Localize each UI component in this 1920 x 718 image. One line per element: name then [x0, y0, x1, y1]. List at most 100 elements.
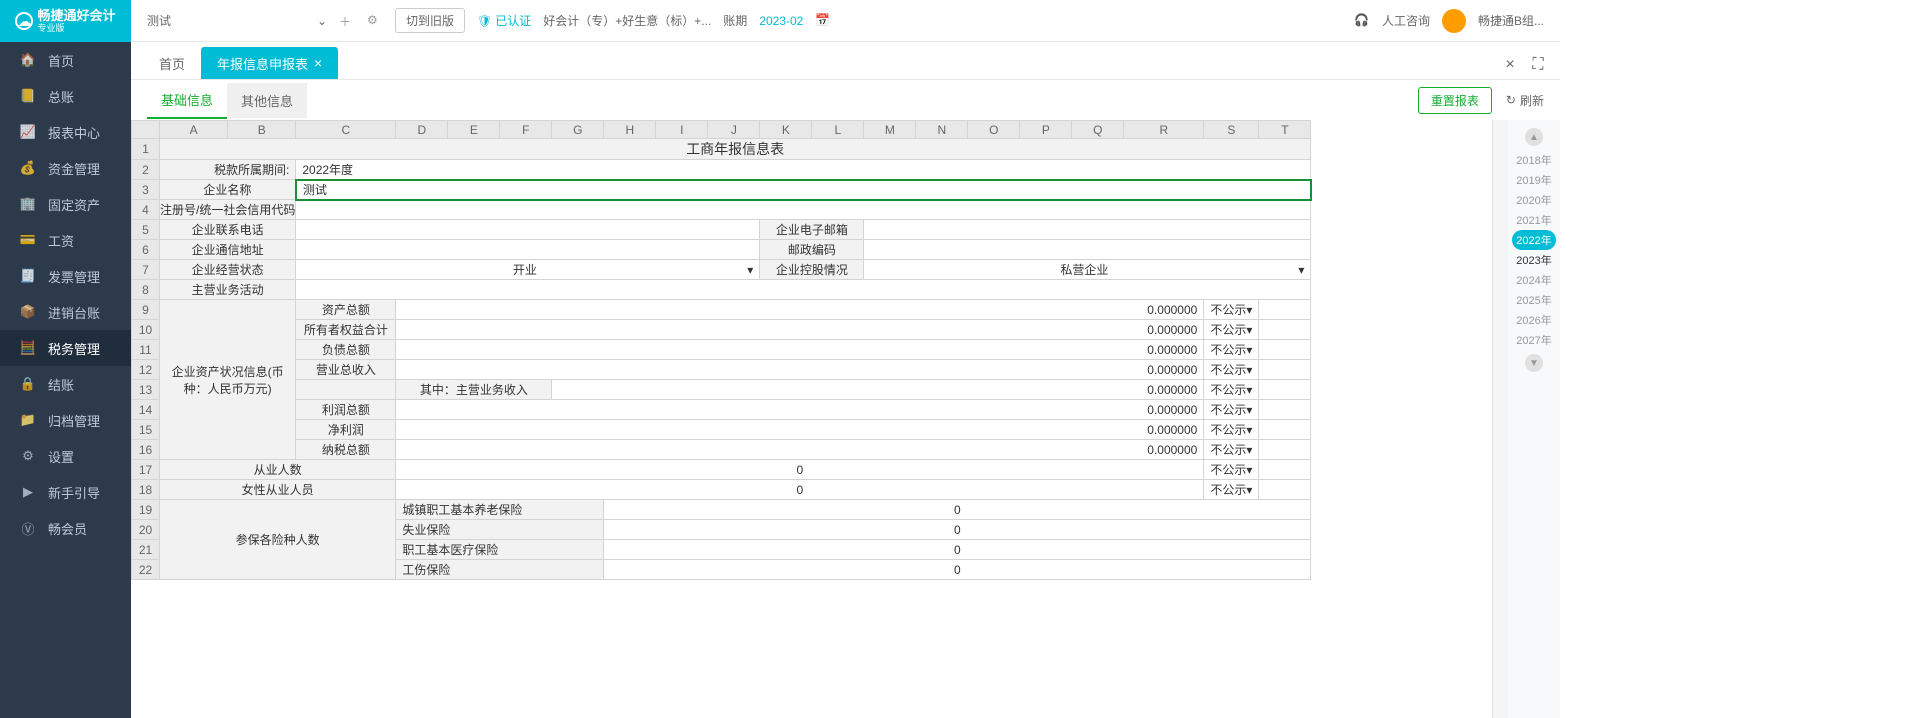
value-cell[interactable]: 0.000000 — [396, 340, 1204, 360]
sidebar-item-archive[interactable]: 📁归档管理 — [0, 402, 131, 438]
value-cell[interactable]: 0.000000 — [396, 400, 1204, 420]
sidebar-item-stock[interactable]: 📦进销台账 — [0, 294, 131, 330]
plus-icon[interactable]: ＋ — [339, 13, 355, 29]
value-cell[interactable]: 0 — [396, 480, 1204, 500]
row-header[interactable]: 16 — [132, 440, 160, 460]
year-option[interactable]: 2020年 — [1512, 190, 1556, 210]
publish-select[interactable]: 不公示▾ — [1204, 480, 1259, 500]
year-option[interactable]: 2021年 — [1512, 210, 1556, 230]
col-header[interactable]: B — [228, 121, 296, 139]
sidebar-item-member[interactable]: Ⓥ畅会员 — [0, 510, 131, 546]
refresh-button[interactable]: ↻ 刷新 — [1506, 92, 1544, 109]
sidebar-item-invoice[interactable]: 🧾发票管理 — [0, 258, 131, 294]
sidebar-item-guide[interactable]: ▶新手引导 — [0, 474, 131, 510]
row-header[interactable]: 5 — [132, 220, 160, 240]
subtab-other[interactable]: 其他信息 — [227, 83, 307, 118]
value-cell[interactable]: 0.000000 — [396, 320, 1204, 340]
publish-select[interactable]: 不公示▾ — [1204, 400, 1259, 420]
headset-icon[interactable]: 🎧 — [1354, 13, 1370, 29]
year-option[interactable]: 2027年 — [1512, 330, 1556, 350]
col-header[interactable]: D — [396, 121, 448, 139]
year-option[interactable]: 2018年 — [1512, 150, 1556, 170]
row-header[interactable]: 9 — [132, 300, 160, 320]
col-header[interactable]: K — [760, 121, 812, 139]
row-header[interactable]: 20 — [132, 520, 160, 540]
row-header[interactable]: 1 — [132, 139, 160, 160]
sidebar-item-settings[interactable]: ⚙设置 — [0, 438, 131, 474]
col-header[interactable]: N — [916, 121, 968, 139]
row-header[interactable]: 14 — [132, 400, 160, 420]
sidebar-item-chart[interactable]: 📈报表中心 — [0, 114, 131, 150]
reset-button[interactable]: 重置报表 — [1418, 87, 1492, 114]
row-header[interactable]: 19 — [132, 500, 160, 520]
sidebar-item-tax[interactable]: 🧮税务管理 — [0, 330, 131, 366]
sidebar-item-ledger[interactable]: 📒总账 — [0, 78, 131, 114]
company-selector[interactable]: 测试 ⌄ — [147, 7, 327, 35]
year-down-button[interactable]: ▼ — [1525, 354, 1543, 372]
row-header[interactable]: 8 — [132, 280, 160, 300]
row-header[interactable]: 10 — [132, 320, 160, 340]
holding-select[interactable]: 私营企业▾ — [864, 260, 1311, 280]
year-up-button[interactable]: ▲ — [1525, 128, 1543, 146]
col-header[interactable]: Q — [1072, 121, 1124, 139]
calendar-icon[interactable]: 📅 — [815, 13, 831, 29]
gear-icon[interactable]: ⚙ — [367, 13, 383, 29]
user-name[interactable]: 畅捷通B组... — [1478, 12, 1544, 29]
year-option[interactable]: 2024年 — [1512, 270, 1556, 290]
subtab-basic[interactable]: 基础信息 — [147, 82, 227, 119]
year-option[interactable]: 2026年 — [1512, 310, 1556, 330]
support-link[interactable]: 人工咨询 — [1382, 12, 1430, 29]
col-header[interactable]: C — [296, 121, 396, 139]
row-header[interactable]: 22 — [132, 560, 160, 580]
publish-select[interactable]: 不公示▾ — [1204, 300, 1259, 320]
close-icon[interactable]: × — [314, 55, 322, 71]
year-option[interactable]: 2025年 — [1512, 290, 1556, 310]
publish-select[interactable]: 不公示▾ — [1204, 380, 1259, 400]
biz-status-select[interactable]: 开业▾ — [296, 260, 760, 280]
sidebar-item-fund[interactable]: 💰资金管理 — [0, 150, 131, 186]
avatar[interactable] — [1442, 9, 1466, 33]
row-header[interactable]: 4 — [132, 200, 160, 220]
spreadsheet[interactable]: ABCDEFGHIJKLMNOPQRST1工商年报信息表2税款所属期间:2022… — [131, 120, 1492, 718]
sidebar-item-home[interactable]: 🏠首页 — [0, 42, 131, 78]
row-header[interactable]: 3 — [132, 180, 160, 200]
value-cell[interactable]: 0 — [604, 540, 1311, 560]
col-header[interactable]: L — [812, 121, 864, 139]
row-header[interactable]: 15 — [132, 420, 160, 440]
col-header[interactable]: S — [1204, 121, 1259, 139]
col-header[interactable]: I — [656, 121, 708, 139]
publish-select[interactable]: 不公示▾ — [1204, 320, 1259, 340]
value-cell[interactable]: 0 — [604, 500, 1311, 520]
row-header[interactable]: 12 — [132, 360, 160, 380]
col-header[interactable]: G — [552, 121, 604, 139]
row-header[interactable]: 11 — [132, 340, 160, 360]
value-cell[interactable]: 0.000000 — [396, 440, 1204, 460]
switch-old-button[interactable]: 切到旧版 — [395, 8, 465, 33]
year-option[interactable]: 2023年 — [1512, 250, 1556, 270]
publish-select[interactable]: 不公示▾ — [1204, 340, 1259, 360]
col-header[interactable]: R — [1124, 121, 1204, 139]
col-header[interactable]: H — [604, 121, 656, 139]
col-header[interactable]: F — [500, 121, 552, 139]
row-header[interactable]: 2 — [132, 160, 160, 180]
value-cell[interactable]: 0 — [604, 560, 1311, 580]
sidebar-item-asset[interactable]: 🏢固定资产 — [0, 186, 131, 222]
publish-select[interactable]: 不公示▾ — [1204, 360, 1259, 380]
company-name-cell[interactable]: 测试 — [296, 180, 1311, 200]
row-header[interactable]: 7 — [132, 260, 160, 280]
row-header[interactable]: 17 — [132, 460, 160, 480]
publish-select[interactable]: 不公示▾ — [1204, 460, 1259, 480]
publish-select[interactable]: 不公示▾ — [1204, 440, 1259, 460]
col-header[interactable]: E — [448, 121, 500, 139]
value-cell[interactable]: 0.000000 — [396, 420, 1204, 440]
row-header[interactable]: 6 — [132, 240, 160, 260]
value-cell[interactable]: 0.000000 — [552, 380, 1204, 400]
col-header[interactable]: J — [708, 121, 760, 139]
expand-icon[interactable]: ⛶ — [1528, 55, 1548, 75]
value-cell[interactable]: 0 — [396, 460, 1204, 480]
col-header[interactable]: M — [864, 121, 916, 139]
publish-select[interactable]: 不公示▾ — [1204, 420, 1259, 440]
col-header[interactable]: A — [160, 121, 228, 139]
value-cell[interactable]: 0.000000 — [396, 360, 1204, 380]
sidebar-item-salary[interactable]: 💳工资 — [0, 222, 131, 258]
